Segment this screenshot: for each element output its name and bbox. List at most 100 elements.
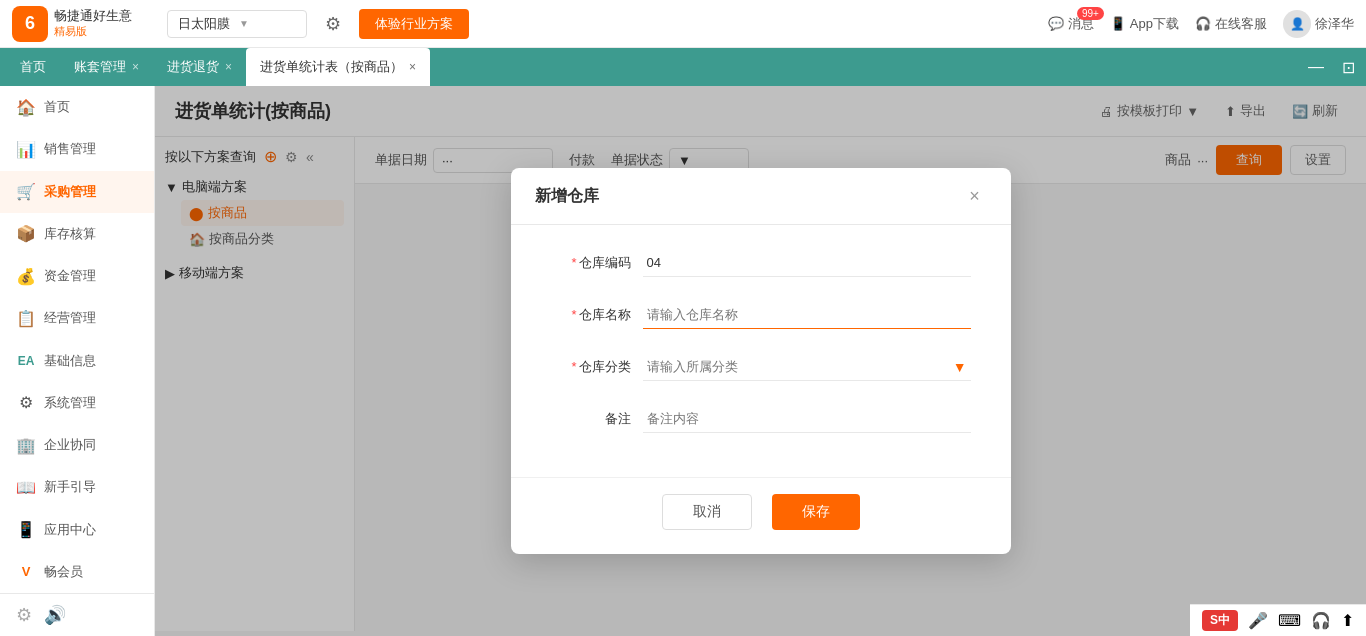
upload-icon[interactable]: ⬆ xyxy=(1341,611,1354,630)
sidebar-label-vip: 畅会员 xyxy=(44,563,83,581)
add-warehouse-modal: 新增仓库 × *仓库编码 *仓库名称 xyxy=(511,168,1011,554)
sidebar-label-finance: 资金管理 xyxy=(44,267,96,285)
warehouse-code-input[interactable] xyxy=(643,249,971,277)
category-dropdown-arrow: ▼ xyxy=(953,359,967,375)
store-selector[interactable]: 日太阳膜 ▼ xyxy=(167,10,307,38)
username-label: 徐泽华 xyxy=(1315,15,1354,33)
tab-account-close[interactable]: × xyxy=(132,60,139,74)
tab-bar: 首页 账套管理 × 进货退货 × 进货单统计表（按商品） × — ⊡ xyxy=(0,48,1366,86)
form-row-remark: 备注 xyxy=(551,405,971,433)
cancel-button[interactable]: 取消 xyxy=(662,494,752,530)
online-service-button[interactable]: 🎧 在线客服 xyxy=(1195,15,1267,33)
headphone-icon[interactable]: 🎧 xyxy=(1311,611,1331,630)
sidebar-label-home: 首页 xyxy=(44,98,70,116)
sidebar-item-basic-info[interactable]: EA 基础信息 xyxy=(0,340,154,382)
gear-icon: ⚙ xyxy=(325,13,341,35)
warehouse-category-select-wrap[interactable]: ▼ xyxy=(643,353,971,381)
status-logo: S中 xyxy=(1202,610,1238,631)
sidebar-settings-icon[interactable]: ⚙ xyxy=(16,604,32,626)
remark-input[interactable] xyxy=(643,405,971,433)
tab-home-label: 首页 xyxy=(20,58,46,76)
message-icon: 💬 xyxy=(1048,16,1064,31)
inventory-icon: 📦 xyxy=(16,224,36,243)
top-header: 6 畅捷通好生意 精易版 日太阳膜 ▼ ⚙ 体验行业方案 💬 消息 99+ 📱 … xyxy=(0,0,1366,48)
modal-body: *仓库编码 *仓库名称 *仓库分类 xyxy=(511,225,1011,477)
sidebar-label-sales: 销售管理 xyxy=(44,140,96,158)
tab-purchase-return[interactable]: 进货退货 × xyxy=(153,48,246,86)
sidebar-item-finance[interactable]: 💰 资金管理 xyxy=(0,255,154,297)
sidebar-item-guide[interactable]: 📖 新手引导 xyxy=(0,466,154,508)
message-button[interactable]: 💬 消息 99+ xyxy=(1048,15,1094,33)
home-icon: 🏠 xyxy=(16,98,36,117)
content-area: 进货单统计(按商品) 🖨 按模板打印 ▼ ⬆ 导出 🔄 刷新 xyxy=(155,86,1366,636)
system-icon: ⚙ xyxy=(16,393,36,412)
tab-purchase-return-label: 进货退货 xyxy=(167,58,219,76)
form-row-name: *仓库名称 xyxy=(551,301,971,329)
main-layout: 🏠 首页 📊 销售管理 🛒 采购管理 📦 库存核算 💰 资金管理 📋 经营管理 … xyxy=(0,86,1366,636)
warehouse-name-input[interactable] xyxy=(643,301,971,329)
store-dropdown-arrow: ▼ xyxy=(239,18,296,29)
warehouse-category-input[interactable] xyxy=(643,353,971,380)
sidebar-bottom: ⚙ 🔊 xyxy=(0,593,154,636)
form-row-code: *仓库编码 xyxy=(551,249,971,277)
finance-icon: 💰 xyxy=(16,267,36,286)
sidebar-label-system: 系统管理 xyxy=(44,394,96,412)
remark-label: 备注 xyxy=(551,410,631,428)
avatar: 👤 xyxy=(1283,10,1311,38)
tab-minimize-btn[interactable]: — xyxy=(1304,55,1328,79)
sidebar-item-vip[interactable]: V 畅会员 xyxy=(0,551,154,593)
app-download-button[interactable]: 📱 App下载 xyxy=(1110,15,1179,33)
tab-account[interactable]: 账套管理 × xyxy=(60,48,153,86)
online-service-label: 在线客服 xyxy=(1215,15,1267,33)
message-badge: 99+ xyxy=(1077,7,1104,20)
sidebar-label-basic-info: 基础信息 xyxy=(44,352,96,370)
save-button[interactable]: 保存 xyxy=(772,494,860,530)
tab-purchase-stats-close[interactable]: × xyxy=(409,60,416,74)
sidebar-label-operations: 经营管理 xyxy=(44,309,96,327)
sidebar-speaker-icon[interactable]: 🔊 xyxy=(44,604,66,626)
sidebar-label-purchase: 采购管理 xyxy=(44,183,96,201)
sidebar-item-home[interactable]: 🏠 首页 xyxy=(0,86,154,128)
logo-icon: 6 xyxy=(12,6,48,42)
mic-icon[interactable]: 🎤 xyxy=(1248,611,1268,630)
tab-controls: — ⊡ xyxy=(1304,55,1360,79)
sidebar-item-sales[interactable]: 📊 销售管理 xyxy=(0,128,154,170)
sales-icon: 📊 xyxy=(16,140,36,159)
sidebar-item-appstore[interactable]: 📱 应用中心 xyxy=(0,509,154,551)
tab-home[interactable]: 首页 xyxy=(6,48,60,86)
warehouse-category-label: *仓库分类 xyxy=(551,358,631,376)
sidebar-item-system[interactable]: ⚙ 系统管理 xyxy=(0,382,154,424)
status-bar: S中 🎤 ⌨ 🎧 ⬆ xyxy=(1190,604,1366,636)
modal-footer: 取消 保存 xyxy=(511,477,1011,554)
sidebar-item-enterprise[interactable]: 🏢 企业协同 xyxy=(0,424,154,466)
trial-button[interactable]: 体验行业方案 xyxy=(359,9,469,39)
tab-maximize-btn[interactable]: ⊡ xyxy=(1336,55,1360,79)
sidebar-label-enterprise: 企业协同 xyxy=(44,436,96,454)
form-row-category: *仓库分类 ▼ xyxy=(551,353,971,381)
tab-account-label: 账套管理 xyxy=(74,58,126,76)
tab-purchase-return-close[interactable]: × xyxy=(225,60,232,74)
modal-header: 新增仓库 × xyxy=(511,168,1011,225)
keyboard-icon[interactable]: ⌨ xyxy=(1278,611,1301,630)
modal-close-button[interactable]: × xyxy=(963,184,987,208)
tab-purchase-stats[interactable]: 进货单统计表（按商品） × xyxy=(246,48,430,86)
logo-text-block: 畅捷通好生意 精易版 xyxy=(54,8,132,40)
required-marker-category: * xyxy=(571,359,576,374)
avatar-icon: 👤 xyxy=(1290,17,1305,31)
logo-sub: 精易版 xyxy=(54,24,132,39)
sidebar-item-inventory[interactable]: 📦 库存核算 xyxy=(0,213,154,255)
tab-purchase-stats-label: 进货单统计表（按商品） xyxy=(260,58,403,76)
sidebar-item-purchase[interactable]: 🛒 采购管理 xyxy=(0,171,154,213)
logo-title: 畅捷通好生意 xyxy=(54,8,132,25)
user-menu[interactable]: 👤 徐泽华 xyxy=(1283,10,1354,38)
required-marker-name: * xyxy=(571,307,576,322)
logo-area: 6 畅捷通好生意 精易版 xyxy=(12,6,167,42)
basic-info-icon: EA xyxy=(16,354,36,368)
warehouse-name-label: *仓库名称 xyxy=(551,306,631,324)
modal-overlay: 新增仓库 × *仓库编码 *仓库名称 xyxy=(155,86,1366,636)
settings-icon-button[interactable]: ⚙ xyxy=(317,8,349,40)
sidebar-label-appstore: 应用中心 xyxy=(44,521,96,539)
store-name: 日太阳膜 xyxy=(178,15,235,33)
sidebar-label-guide: 新手引导 xyxy=(44,478,96,496)
sidebar-item-operations[interactable]: 📋 经营管理 xyxy=(0,297,154,339)
